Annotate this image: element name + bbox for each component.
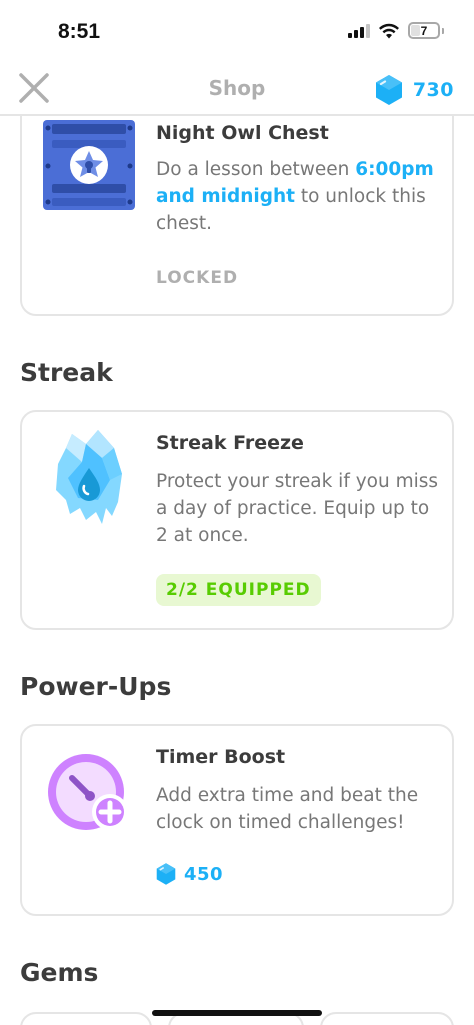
- battery-tip: [442, 27, 444, 34]
- night-owl-chest-card[interactable]: Night Owl Chest Do a lesson between 6:00…: [20, 116, 454, 316]
- status-icons: 7: [348, 22, 444, 39]
- signal-icon: [348, 23, 370, 38]
- status-time: 8:51: [58, 20, 101, 43]
- section-title-gems: Gems: [20, 958, 99, 987]
- battery-level: 7: [420, 23, 428, 38]
- timer-plus-icon: [48, 754, 128, 830]
- locked-status: LOCKED: [156, 268, 239, 288]
- card-title: Timer Boost: [156, 746, 286, 768]
- streak-freeze-card[interactable]: Streak Freeze Protect your streak if you…: [20, 410, 454, 630]
- ice-crystal-icon: [56, 430, 122, 524]
- shop-content[interactable]: Night Owl Chest Do a lesson between 6:00…: [0, 116, 474, 1025]
- price-button[interactable]: 450: [156, 862, 223, 886]
- battery-icon: 7: [408, 22, 440, 39]
- gem-pack-card-right[interactable]: [320, 1012, 454, 1025]
- wifi-icon: [379, 23, 399, 38]
- equipped-badge: 2/2 EQUIPPED: [156, 574, 321, 606]
- price-value: 450: [184, 863, 224, 885]
- section-title-streak: Streak: [20, 358, 113, 387]
- card-description: Add extra time and beat the clock on tim…: [156, 785, 419, 833]
- chest-icon: [43, 120, 135, 210]
- card-description: Protect your streak if you miss a day of…: [156, 471, 439, 546]
- timer-boost-card[interactable]: Timer Boost Add extra time and beat the …: [20, 724, 454, 916]
- gem-pack-card-left[interactable]: [20, 1012, 152, 1025]
- home-indicator[interactable]: [152, 1010, 322, 1016]
- gem-count: 730: [412, 79, 454, 101]
- gem-icon: [156, 863, 176, 885]
- status-bar: 8:51 7: [0, 0, 474, 62]
- section-title-power-ups: Power-Ups: [20, 672, 172, 701]
- card-title: Night Owl Chest: [156, 122, 329, 144]
- gem-balance[interactable]: 730: [375, 74, 454, 106]
- card-title: Streak Freeze: [156, 432, 304, 454]
- gem-icon: [375, 75, 402, 105]
- card-description: Do a lesson between 6:00pm and midnight …: [156, 159, 434, 234]
- shop-header: Shop 730: [0, 62, 474, 116]
